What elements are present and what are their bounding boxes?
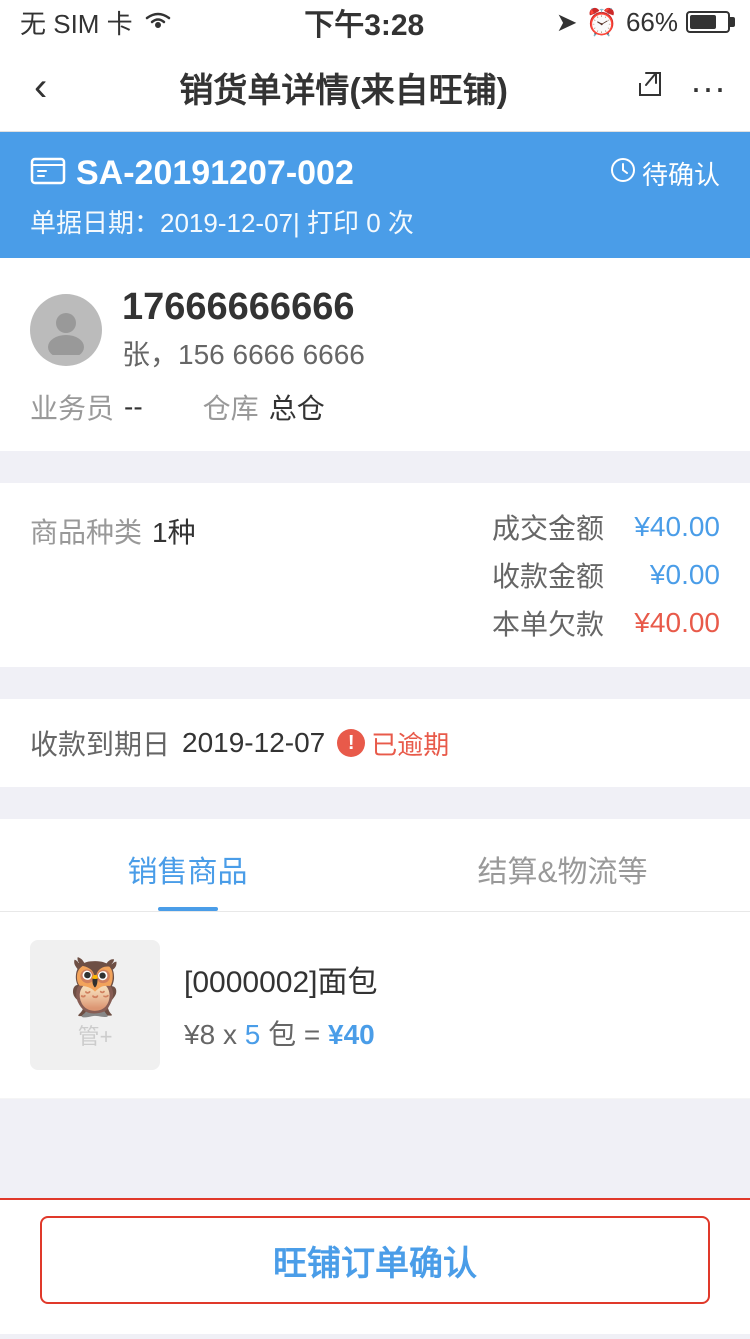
order-status: 待确认 [610,155,720,192]
status-bar-right: ➤ ⏰ 66% [556,7,730,38]
alarm-icon: ⏰ [586,7,618,38]
product-types-value: 1种 [152,511,196,551]
overdue-text: 已逾期 [371,725,449,762]
product-logo-icon: 🦉 [60,959,130,1015]
product-info: [0000002]面包 ¥8 x 5 包 = ¥40 [184,957,720,1053]
product-types-label: 商品种类 [30,511,142,551]
product-list: 🦉 管+ [0000002]面包 ¥8 x 5 包 = ¥40 [0,912,750,1099]
warehouse-label: 仓库 [203,387,259,427]
order-id-container: SA-20191207-002 [30,154,354,193]
divider-2 [0,683,750,699]
tab-settlement-logistics[interactable]: 结算&物流等 [375,819,750,911]
due-date-label: 收款到期日 [30,723,170,763]
tabs-container: 销售商品 结算&物流等 [0,819,750,912]
salesperson-item: 业务员 -- [30,387,143,427]
product-equals: = [304,1019,328,1050]
customer-details: 业务员 -- 仓库 总仓 [30,387,720,427]
overdue-warning-icon: ! [337,729,365,757]
order-date-line: 单据日期：2019-12-07| 打印 0 次 [30,203,720,240]
location-icon: ➤ [556,7,578,38]
share-icon[interactable] [630,65,666,110]
status-bar-left: 无 SIM 卡 [20,4,173,41]
nav-bar: ‹ 销货单详情(来自旺铺) ··· [0,44,750,132]
customer-top: 17666666666 张，156 6666 6666 [30,286,720,373]
received-row: 收款金额 ¥0.00 [492,555,720,595]
amounts-card: 商品种类 1种 成交金额 ¥40.00 收款金额 ¥0.00 本单欠款 ¥40.… [0,483,750,667]
customer-avatar [30,294,102,366]
product-thumbnail: 🦉 管+ [30,940,160,1070]
confirm-order-button[interactable]: 旺铺订单确认 [40,1216,710,1304]
divider-3 [0,787,750,803]
back-button[interactable]: ‹ [24,55,57,120]
received-label: 收款金额 [492,555,604,595]
divider-1 [0,467,750,483]
order-header: SA-20191207-002 待确认 单据日期：2019-12-07| 打印 … [0,132,750,258]
customer-name: 张，156 6666 6666 [122,333,365,373]
customer-info: 17666666666 张，156 6666 6666 [122,286,365,373]
battery-icon [686,11,730,33]
customer-card: 17666666666 张，156 6666 6666 业务员 -- 仓库 总仓 [0,258,750,451]
owed-value: ¥40.00 [620,607,720,639]
due-date-card: 收款到期日 2019-12-07 ! 已逾期 [0,699,750,787]
product-price: ¥8 [184,1019,215,1050]
status-bar: 无 SIM 卡 下午3:28 ➤ ⏰ 66% [0,0,750,44]
page-title: 销货单详情(来自旺铺) [57,63,630,112]
warehouse-item: 仓库 总仓 [203,387,325,427]
transaction-label: 成交金额 [492,507,604,547]
due-date-value: 2019-12-07 [182,727,325,759]
order-header-top: SA-20191207-002 待确认 [30,154,720,193]
product-qty: 5 [245,1019,261,1050]
product-types: 商品种类 1种 [30,507,196,551]
product-brand-text: 管+ [60,1019,130,1051]
customer-phone: 17666666666 [122,286,365,329]
confirm-button-container: 旺铺订单确认 [0,1198,750,1334]
product-item: 🦉 管+ [0000002]面包 ¥8 x 5 包 = ¥40 [0,912,750,1099]
product-unit: 包 [268,1019,296,1050]
product-multiply: x [223,1019,245,1050]
order-id: SA-20191207-002 [76,154,354,193]
salesperson-label: 业务员 [30,387,114,427]
carrier-text: 无 SIM 卡 [20,4,133,41]
battery-percentage: 66% [626,7,678,38]
overdue-badge: ! 已逾期 [337,725,449,762]
nav-actions: ··· [630,65,726,110]
order-icon [30,155,66,193]
warehouse-value: 总仓 [269,387,325,427]
more-icon[interactable]: ··· [690,67,726,109]
product-name: [0000002]面包 [184,957,720,1001]
product-total: ¥40 [328,1019,375,1050]
status-text: 待确认 [642,155,720,192]
salesperson-value: -- [124,391,143,423]
amounts-right: 成交金额 ¥40.00 收款金额 ¥0.00 本单欠款 ¥40.00 [492,507,720,643]
received-value: ¥0.00 [620,559,720,591]
wifi-icon [143,7,173,38]
transaction-value: ¥40.00 [620,511,720,543]
tab-sales-products[interactable]: 销售商品 [0,819,375,911]
status-bar-time: 下午3:28 [304,0,424,44]
transaction-row: 成交金额 ¥40.00 [492,507,720,547]
owed-row: 本单欠款 ¥40.00 [492,603,720,643]
product-pricing: ¥8 x 5 包 = ¥40 [184,1013,720,1053]
owed-label: 本单欠款 [492,603,604,643]
clock-icon [610,157,636,190]
